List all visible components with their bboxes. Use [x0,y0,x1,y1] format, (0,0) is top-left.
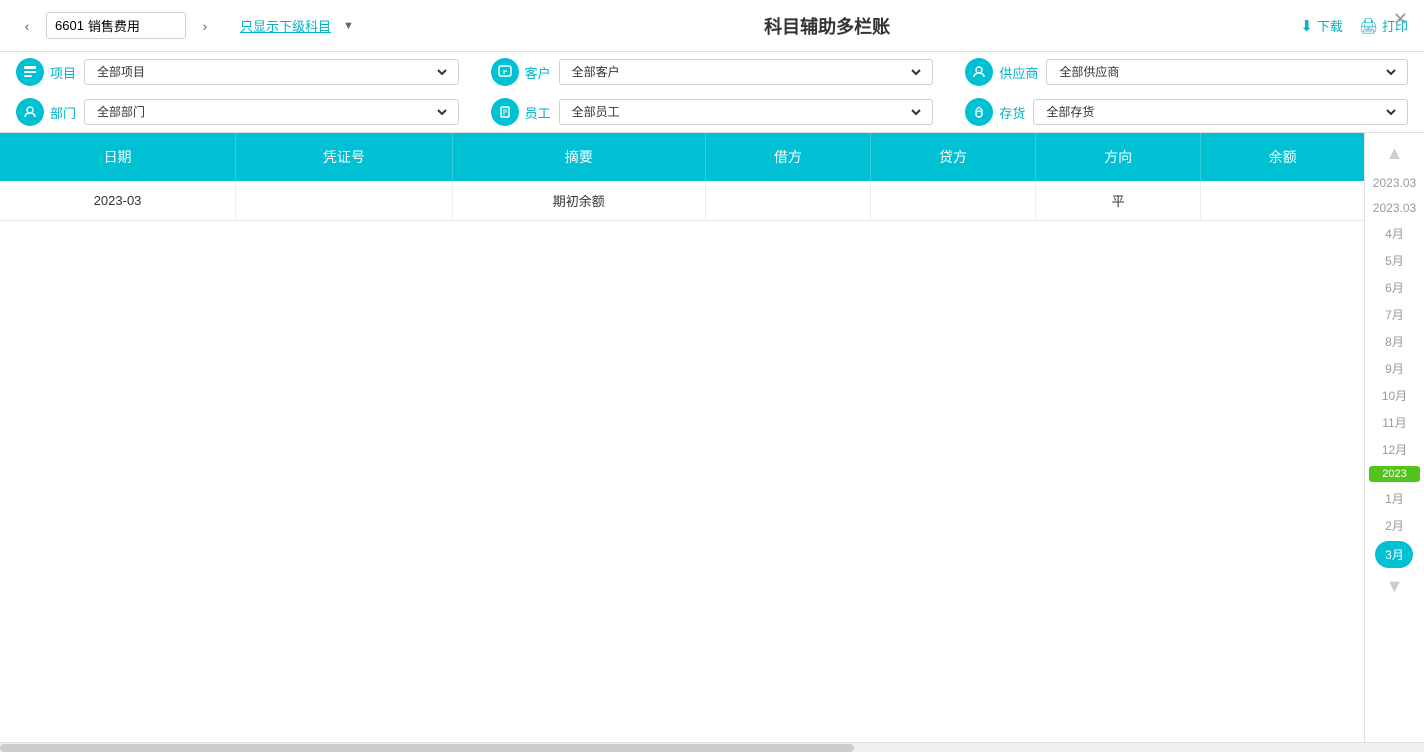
account-code: 6601 [55,18,84,33]
employee-select[interactable]: 全部员工 [559,99,934,125]
timeline-item[interactable]: 12月 [1369,436,1420,463]
department-select[interactable]: 全部部门 [84,99,459,125]
download-icon: ⬇ [1300,17,1313,35]
account-selector[interactable]: 6601 销售费用 [46,12,186,39]
timeline-item[interactable]: 7月 [1369,301,1420,328]
timeline-item[interactable]: 2023.03 [1369,196,1420,220]
show-sub-label[interactable]: 只显示下级科目 [240,16,331,35]
supplier-label: 供应商 [999,63,1038,82]
department-dropdown[interactable]: 全部部门 [93,104,450,120]
project-select[interactable]: 全部项目 [84,59,459,85]
col-credit: 贷方 [870,133,1035,181]
close-btn[interactable]: ✕ [1393,10,1408,28]
department-label: 部门 [50,103,76,122]
cell-credit [870,181,1035,221]
inventory-icon [965,98,993,126]
inventory-select[interactable]: 全部存货 [1033,99,1408,125]
main-window: ‹ 6601 销售费用 › 只显示下级科目 ▼ 科目辅助多栏账 ⬇ 下载 🖨 打… [0,0,1424,752]
table-header-row: 日期 凭证号 摘要 借方 贷方 方向 余额 [0,133,1364,181]
customer-dropdown[interactable]: 全部客户 [568,64,925,80]
timeline-item[interactable]: 11月 [1369,409,1420,436]
timeline-item-first[interactable]: 2023.03 [1369,170,1420,196]
timeline-item[interactable]: 8月 [1369,328,1420,355]
supplier-dropdown[interactable]: 全部供应商 [1055,64,1399,80]
department-icon [16,98,44,126]
inventory-label: 存货 [999,103,1025,122]
timeline-year-badge[interactable]: 2023 [1369,466,1420,482]
filter-row-project: 项目 全部项目 [0,52,475,92]
timeline-item[interactable]: 5月 [1369,247,1420,274]
cell-balance [1201,181,1364,221]
supplier-select[interactable]: 全部供应商 [1046,59,1408,85]
timeline-item[interactable]: 10月 [1369,382,1420,409]
timeline-item[interactable]: 9月 [1369,355,1420,382]
col-date: 日期 [0,133,236,181]
col-voucher: 凭证号 [236,133,452,181]
timeline-item[interactable]: 2月 [1369,512,1420,539]
customer-select[interactable]: 全部客户 [559,59,934,85]
project-label: 项目 [50,63,76,82]
col-balance: 余额 [1201,133,1364,181]
employee-dropdown[interactable]: 全部员工 [568,104,925,120]
filter-row-inventory: 存货 全部存货 [949,92,1424,132]
filter-row-department: 部门 全部部门 [0,92,475,132]
timeline-item[interactable]: 1月 [1369,485,1420,512]
download-label: 下载 [1317,16,1343,35]
employee-label: 员工 [525,103,551,122]
print-icon: 🖨 [1359,17,1378,35]
timeline-down-btn[interactable]: ▼ [1365,570,1424,603]
project-icon [16,58,44,86]
customer-label: 客户 [525,63,551,82]
table-area[interactable]: 日期 凭证号 摘要 借方 贷方 方向 余额 2023-03 期初余额 平 [0,133,1364,742]
filter-bar: 项目 全部项目 客户 全部客户 [0,52,1424,133]
download-btn[interactable]: ⬇ 下载 [1300,16,1343,35]
project-dropdown[interactable]: 全部项目 [93,64,450,80]
filter-row-customer: 客户 全部客户 [475,52,950,92]
timeline-item[interactable]: 6月 [1369,274,1420,301]
timeline-item[interactable]: 4月 [1369,220,1420,247]
employee-icon [491,98,519,126]
main-content: 日期 凭证号 摘要 借方 贷方 方向 余额 2023-03 期初余额 平 [0,133,1424,742]
ledger-table: 日期 凭证号 摘要 借方 贷方 方向 余额 2023-03 期初余额 平 [0,133,1364,221]
supplier-icon [965,58,993,86]
bottom-scrollbar[interactable] [0,742,1424,752]
next-account-btn[interactable]: › [194,15,216,37]
prev-account-btn[interactable]: ‹ [16,15,38,37]
account-name: 销售费用 [88,16,140,35]
cell-debit [705,181,870,221]
filter-row-supplier: 供应商 全部供应商 [949,52,1424,92]
timeline-up-btn[interactable]: ▲ [1365,137,1424,170]
table-row: 2023-03 期初余额 平 [0,181,1364,221]
show-sub-dropdown-arrow[interactable]: ▼ [343,20,354,32]
cell-date: 2023-03 [0,181,236,221]
col-summary: 摘要 [452,133,705,181]
cell-direction: 平 [1036,181,1201,221]
scrollbar-thumb[interactable] [0,744,854,752]
cell-voucher [236,181,452,221]
inventory-dropdown[interactable]: 全部存货 [1042,104,1399,120]
page-title: 科目辅助多栏账 [362,13,1292,39]
sidebar-timeline: ▲ 2023.032023.034月5月6月7月8月9月10月11月12月202… [1364,133,1424,742]
timeline-item-active[interactable]: 3月 [1375,541,1413,568]
col-debit: 借方 [705,133,870,181]
col-direction: 方向 [1036,133,1201,181]
top-actions: ⬇ 下载 🖨 打印 [1300,16,1408,35]
filter-row-employee: 员工 全部员工 [475,92,950,132]
top-bar: ‹ 6601 销售费用 › 只显示下级科目 ▼ 科目辅助多栏账 ⬇ 下载 🖨 打… [0,0,1424,52]
customer-icon [491,58,519,86]
cell-summary: 期初余额 [452,181,705,221]
